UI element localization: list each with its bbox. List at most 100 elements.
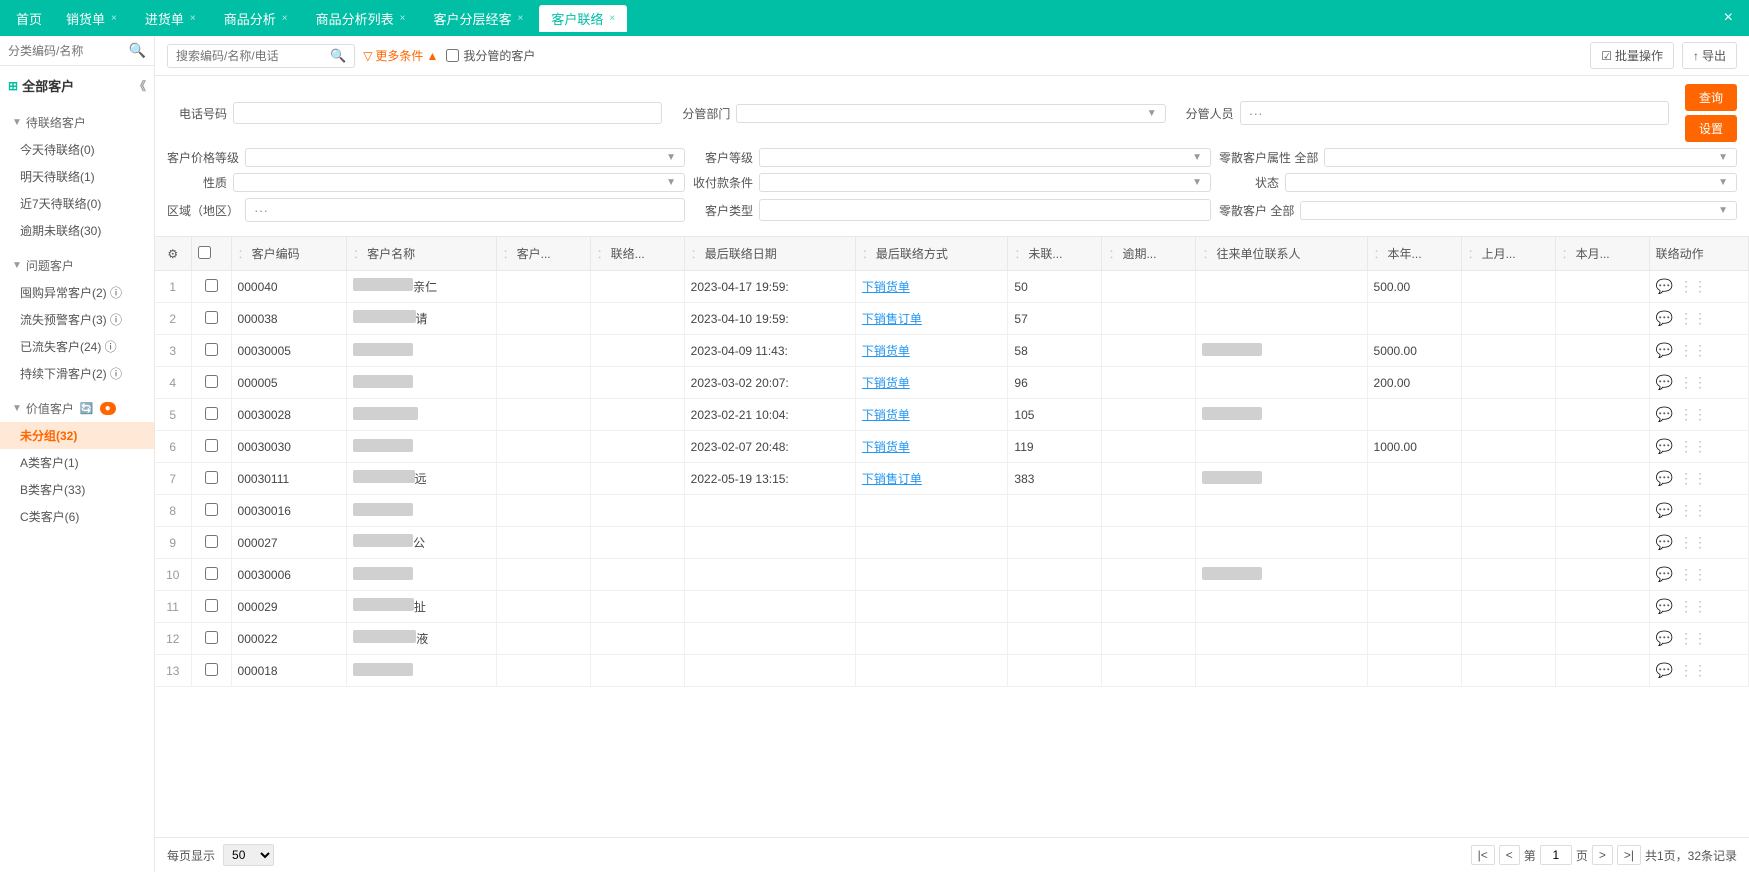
last-method-link[interactable]: 下销货单 (862, 280, 910, 294)
filter-search-input[interactable] (176, 49, 326, 63)
row-checkbox[interactable] (205, 343, 218, 356)
sidebar-group-problem-customer[interactable]: ▼ 问题客户 (0, 252, 154, 279)
row-checkbox[interactable] (205, 567, 218, 580)
last-method-link[interactable]: 下销货单 (862, 440, 910, 454)
action-more-icon[interactable]: ⋮⋮ (1679, 598, 1707, 615)
per-page-select[interactable]: 50 20 100 (223, 844, 274, 866)
export-button[interactable]: ↑ 导出 (1682, 42, 1737, 69)
action-more-icon[interactable]: ⋮⋮ (1679, 470, 1707, 487)
action-more-icon[interactable]: ⋮⋮ (1679, 630, 1707, 647)
sidebar-group-value-customer[interactable]: ▼ 价值客户 🔄 ● (0, 395, 154, 422)
action-chat-icon[interactable]: 💬 (1656, 406, 1673, 423)
phone-input[interactable] (233, 102, 662, 124)
nature-select[interactable]: ▼ (233, 173, 685, 192)
close-product-analysis-list-icon[interactable]: × (400, 13, 406, 24)
action-chat-icon[interactable]: 💬 (1656, 662, 1673, 679)
customer-level-select[interactable]: ▼ (759, 148, 1211, 167)
sidebar-item-declining-customer[interactable]: 持续下滑客户(2) ⓘ (0, 360, 154, 387)
action-chat-icon[interactable]: 💬 (1656, 310, 1673, 327)
status-select[interactable]: ▼ (1285, 173, 1737, 192)
select-all-checkbox[interactable] (198, 246, 211, 259)
row-checkbox[interactable] (205, 599, 218, 612)
query-button[interactable]: 查询 (1685, 84, 1737, 111)
action-chat-icon[interactable]: 💬 (1656, 566, 1673, 583)
last-method-link[interactable]: 下销货单 (862, 408, 910, 422)
th-last-date[interactable]: ：最后联络日期 (684, 237, 855, 271)
action-chat-icon[interactable]: 💬 (1656, 630, 1673, 647)
sidebar-item-overdue-pending[interactable]: 逾期未联络(30) (0, 217, 154, 244)
retail-customer-select[interactable]: ▼ (1300, 201, 1737, 220)
action-more-icon[interactable]: ⋮⋮ (1679, 566, 1707, 583)
sidebar-item-class-c[interactable]: C类客户(6) (0, 503, 154, 530)
action-chat-icon[interactable]: 💬 (1656, 534, 1673, 551)
window-close-button[interactable]: × (1716, 9, 1741, 27)
sidebar-item-today-pending[interactable]: 今天待联络(0) (0, 136, 154, 163)
page-next-button[interactable]: > (1592, 845, 1613, 865)
page-prev-button[interactable]: < (1499, 845, 1520, 865)
customer-type-input[interactable] (759, 199, 1211, 221)
last-method-link[interactable]: 下销货单 (862, 344, 910, 358)
th-contact[interactable]: ：联络... (590, 237, 684, 271)
action-chat-icon[interactable]: 💬 (1656, 374, 1673, 391)
sidebar-item-ungroup[interactable]: 未分组(32) (0, 422, 154, 449)
nav-customer-segment[interactable]: 客户分层经客 × (421, 5, 535, 32)
nav-product-analysis[interactable]: 商品分析 × (212, 5, 300, 32)
close-customer-segment-icon[interactable]: × (517, 13, 523, 24)
nav-purchase-order[interactable]: 进货单 × (133, 5, 208, 32)
action-chat-icon[interactable]: 💬 (1656, 342, 1673, 359)
nav-product-analysis-list[interactable]: 商品分析列表 × (304, 5, 418, 32)
sidebar-item-lost-customer[interactable]: 已流失客户(24) ⓘ (0, 333, 154, 360)
row-checkbox[interactable] (205, 663, 218, 676)
action-chat-icon[interactable]: 💬 (1656, 278, 1673, 295)
manager-input[interactable] (1240, 101, 1669, 125)
row-checkbox[interactable] (205, 503, 218, 516)
th-this-year[interactable]: ：本年... (1367, 237, 1461, 271)
sidebar-item-tomorrow-pending[interactable]: 明天待联络(1) (0, 163, 154, 190)
action-more-icon[interactable]: ⋮⋮ (1679, 342, 1707, 359)
action-more-icon[interactable]: ⋮⋮ (1679, 438, 1707, 455)
row-checkbox[interactable] (205, 471, 218, 484)
sidebar-item-class-b[interactable]: B类客户(33) (0, 476, 154, 503)
action-chat-icon[interactable]: 💬 (1656, 502, 1673, 519)
filter-more-conditions[interactable]: ▽ 更多条件 ▲ (363, 47, 438, 64)
sidebar-item-abnormal-purchase[interactable]: 囤购异常客户(2) ⓘ (0, 279, 154, 306)
th-this-month[interactable]: ：本月... (1555, 237, 1649, 271)
last-method-link[interactable]: 下销售订单 (862, 312, 922, 326)
value-customer-refresh-icon[interactable]: 🔄 (80, 402, 94, 415)
nav-home[interactable]: 首页 (8, 5, 50, 32)
row-checkbox[interactable] (205, 375, 218, 388)
th-code[interactable]: ：客户编码 (231, 237, 347, 271)
th-not-contact[interactable]: ：未联... (1008, 237, 1102, 271)
row-checkbox[interactable] (205, 535, 218, 548)
action-more-icon[interactable]: ⋮⋮ (1679, 502, 1707, 519)
th-contact-person[interactable]: ：往来单位联系人 (1196, 237, 1367, 271)
region-input[interactable] (245, 198, 685, 222)
th-last-month[interactable]: ：上月... (1461, 237, 1555, 271)
row-checkbox[interactable] (205, 407, 218, 420)
filter-my-customers-checkbox[interactable] (446, 49, 459, 62)
action-more-icon[interactable]: ⋮⋮ (1679, 406, 1707, 423)
th-name[interactable]: ：客户名称 (347, 237, 496, 271)
department-select[interactable]: ▼ (736, 104, 1165, 123)
th-settings[interactable]: ⚙ (155, 237, 191, 271)
sidebar-collapse-icon[interactable]: 《 (134, 77, 146, 94)
sidebar-item-churn-warning[interactable]: 流失预警客户(3) ⓘ (0, 306, 154, 333)
action-chat-icon[interactable]: 💬 (1656, 438, 1673, 455)
nav-sales-order[interactable]: 销货单 × (54, 5, 129, 32)
sidebar-search-icon[interactable]: 🔍 (129, 42, 146, 59)
close-purchase-order-icon[interactable]: × (190, 13, 196, 24)
action-more-icon[interactable]: ⋮⋮ (1679, 534, 1707, 551)
action-chat-icon[interactable]: 💬 (1656, 598, 1673, 615)
row-checkbox[interactable] (205, 311, 218, 324)
th-overdue[interactable]: ：逾期... (1102, 237, 1196, 271)
filter-search-icon[interactable]: 🔍 (330, 48, 346, 64)
price-level-select[interactable]: ▼ (245, 148, 685, 167)
last-method-link[interactable]: 下销售订单 (862, 472, 922, 486)
batch-operation-button[interactable]: ☑ 批量操作 (1590, 42, 1674, 69)
row-checkbox[interactable] (205, 439, 218, 452)
retail-attr-select[interactable]: ▼ (1324, 148, 1737, 167)
action-chat-icon[interactable]: 💬 (1656, 470, 1673, 487)
row-checkbox[interactable] (205, 631, 218, 644)
sidebar-item-7day-pending[interactable]: 近7天待联络(0) (0, 190, 154, 217)
page-last-button[interactable]: >| (1617, 845, 1641, 865)
